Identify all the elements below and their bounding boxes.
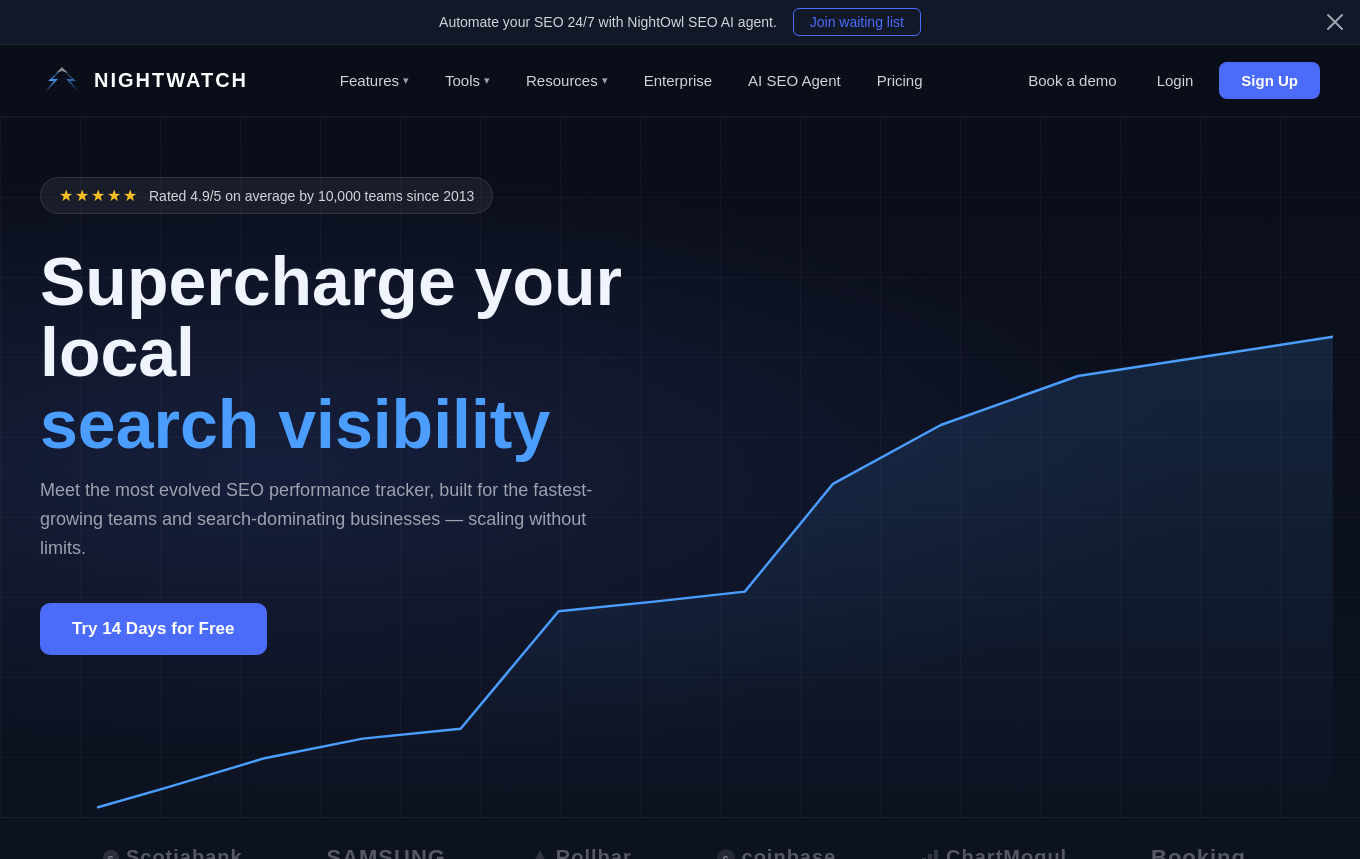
brand-coinbase: c coinbase: [716, 846, 837, 859]
hero-content: ★★★★★ Rated 4.9/5 on average by 10,000 t…: [40, 177, 760, 655]
features-chevron-icon: ▾: [403, 74, 409, 87]
resources-chevron-icon: ▾: [602, 74, 608, 87]
brand-rollbar: Rollbar: [530, 846, 632, 859]
rating-stars: ★★★★★: [59, 186, 139, 205]
rollbar-icon: [530, 848, 550, 860]
svg-text:S: S: [107, 854, 114, 860]
nav-ai-seo-agent[interactable]: AI SEO Agent: [734, 64, 855, 97]
signup-button[interactable]: Sign Up: [1219, 62, 1320, 99]
rating-text: Rated 4.9/5 on average by 10,000 teams s…: [149, 188, 474, 204]
nav-pricing[interactable]: Pricing: [863, 64, 937, 97]
nav-features[interactable]: Features ▾: [326, 64, 423, 97]
announcement-bar: Automate your SEO 24/7 with NightOwl SEO…: [0, 0, 1360, 45]
tools-chevron-icon: ▾: [484, 74, 490, 87]
brand-samsung: SAMSUNG: [326, 845, 445, 860]
cta-try-free-button[interactable]: Try 14 Days for Free: [40, 603, 267, 655]
brand-scotiabank: S Scotiabank: [102, 846, 243, 859]
coinbase-icon: c: [716, 848, 736, 860]
svg-text:c: c: [722, 853, 729, 860]
navbar: NIGHTWATCH Features ▾ Tools ▾ Resources …: [0, 45, 1360, 117]
svg-rect-9: [928, 854, 932, 860]
book-demo-button[interactable]: Book a demo: [1014, 64, 1130, 97]
brands-bar: S Scotiabank SAMSUNG Rollbar c coinbase …: [0, 817, 1360, 859]
nav-enterprise[interactable]: Enterprise: [630, 64, 726, 97]
nav-right: Book a demo Login Sign Up: [1014, 62, 1320, 99]
nav-resources[interactable]: Resources ▾: [512, 64, 622, 97]
announcement-text: Automate your SEO 24/7 with NightOwl SEO…: [439, 14, 777, 30]
hero-section: ★★★★★ Rated 4.9/5 on average by 10,000 t…: [0, 117, 1360, 817]
logo[interactable]: NIGHTWATCH: [40, 65, 248, 97]
close-icon: [1326, 13, 1344, 31]
scotiabank-icon: S: [102, 849, 120, 860]
hero-subtitle: Meet the most evolved SEO performance tr…: [40, 476, 620, 562]
brand-chartmogul: ChartMogul: [920, 846, 1067, 859]
hero-headline: Supercharge your local search visibility: [40, 246, 760, 460]
svg-rect-10: [934, 850, 938, 860]
logo-text: NIGHTWATCH: [94, 69, 248, 92]
close-announcement-button[interactable]: [1326, 13, 1344, 31]
nav-tools[interactable]: Tools ▾: [431, 64, 504, 97]
join-waiting-list-button[interactable]: Join waiting list: [793, 8, 921, 36]
nightwatch-logo-icon: [40, 65, 84, 97]
svg-marker-5: [532, 850, 548, 860]
rating-badge: ★★★★★ Rated 4.9/5 on average by 10,000 t…: [40, 177, 493, 214]
brand-booking: Booking .: [1151, 845, 1258, 860]
chartmogul-icon: [920, 848, 940, 860]
nav-center: Features ▾ Tools ▾ Resources ▾ Enterpris…: [326, 64, 937, 97]
login-button[interactable]: Login: [1143, 64, 1208, 97]
